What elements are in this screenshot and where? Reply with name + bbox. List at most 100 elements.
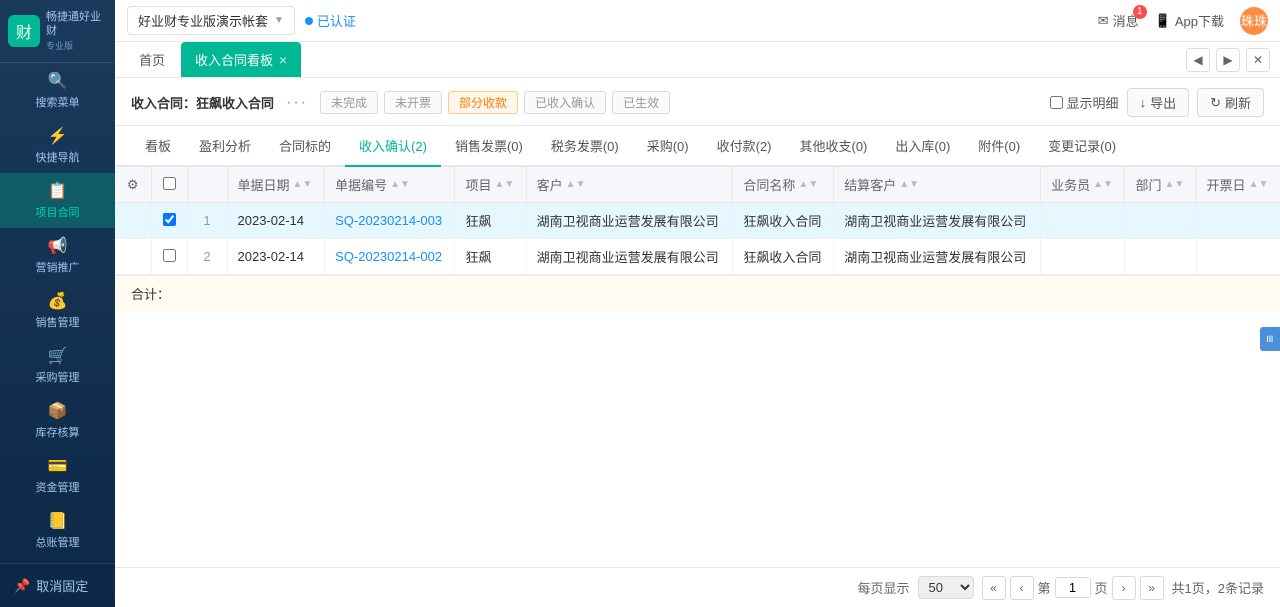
sort-icon-settled_customer[interactable]: ▲▼ — [899, 181, 919, 188]
sidebar-icon-general-ledger: 📒 — [48, 511, 68, 531]
select-all-checkbox[interactable] — [163, 177, 176, 190]
order-no-link-2[interactable]: SQ-20230214-002 — [335, 249, 442, 264]
app-download-btn[interactable]: 📱 App下载 — [1155, 11, 1224, 30]
subtab-attachment[interactable]: 附件(0) — [964, 126, 1034, 167]
subtab-change_log[interactable]: 变更记录(0) — [1034, 126, 1130, 167]
subtab-tax_invoice[interactable]: 税务发票(0) — [537, 126, 633, 167]
subtab-contract[interactable]: 合同标的 — [265, 126, 345, 167]
pagination: 每页显示 50 100 « ‹ 第 页 › » 共1页，2条记录 — [115, 567, 1280, 607]
refresh-label: 刷新 — [1225, 93, 1251, 112]
company-selector[interactable]: 好业财专业版演示帐套 ▼ — [127, 6, 295, 35]
row-order-no-1[interactable]: SQ-20230214-003 — [325, 203, 455, 239]
contract-actions: 显示明细 ↓ 导出 ↻ 刷新 — [1050, 88, 1264, 117]
main-content: 好业财专业版演示帐套 ▼ 已认证 ✉ 1 消息 📱 App下载 珠珠 首页 收入 — [115, 0, 1280, 607]
float-panel-icon: ≡ — [1263, 335, 1278, 343]
row-date-1: 2023-02-14 — [227, 203, 325, 239]
active-tab[interactable]: 收入合同看板 × — [181, 42, 301, 77]
download-label: App下载 — [1175, 11, 1224, 30]
last-page-btn[interactable]: » — [1140, 576, 1164, 600]
row-project-2: 狂飙 — [455, 239, 526, 275]
subtab-kanban[interactable]: 看板 — [131, 126, 185, 167]
sort-icon-customer[interactable]: ▲▼ — [566, 181, 586, 188]
company-name: 好业财专业版演示帐套 — [138, 11, 268, 30]
sidebar-item-search[interactable]: 🔍 搜索菜单 — [0, 63, 115, 118]
pin-icon: 📌 — [14, 578, 30, 594]
tab-close-all-btn[interactable]: ✕ — [1246, 48, 1270, 72]
table-row[interactable]: 2 2023-02-14 SQ-20230214-002 狂飙 湖南卫视商业运营… — [115, 239, 1280, 275]
next-page-btn[interactable]: › — [1112, 576, 1136, 600]
sidebar-item-general-ledger[interactable]: 📒 总账管理 — [0, 503, 115, 558]
right-float-panel[interactable]: ≡ — [1260, 327, 1280, 351]
home-tab[interactable]: 首页 — [127, 42, 177, 77]
row-checkbox-2[interactable] — [163, 249, 176, 262]
col-label-open_date: 开票日 — [1207, 175, 1246, 194]
export-label: 导出 — [1150, 93, 1176, 112]
total-label: 合计： — [131, 284, 170, 303]
sidebar-unpin-btn[interactable]: 📌 取消固定 — [6, 570, 109, 601]
subtab-payment[interactable]: 收付款(2) — [703, 126, 786, 167]
sidebar-item-project-contract[interactable]: 📋 项目合同 — [0, 173, 115, 228]
row-checkbox-1[interactable] — [163, 213, 176, 226]
tab-close-btn[interactable]: × — [279, 52, 287, 68]
sidebar-item-marketing[interactable]: 📢 营销推广 — [0, 228, 115, 283]
settings-icon[interactable]: ⚙ — [127, 177, 139, 192]
active-tab-label: 收入合同看板 — [195, 50, 273, 69]
page-input[interactable] — [1055, 577, 1091, 598]
sidebar-item-inventory[interactable]: 📦 库存核算 — [0, 393, 115, 448]
table-area[interactable]: ⚙单据日期▲▼单据编号▲▼项目▲▼客户▲▼合同名称▲▼结算客户▲▼业务员▲▼部门… — [115, 167, 1280, 567]
show-detail-toggle[interactable]: 显示明细 — [1050, 88, 1119, 117]
status-tag-incomplete[interactable]: 未完成 — [320, 91, 378, 114]
sort-icon-project[interactable]: ▲▼ — [495, 181, 515, 188]
status-tag-confirmed[interactable]: 已收入确认 — [524, 91, 606, 114]
user-avatar[interactable]: 珠珠 — [1240, 7, 1268, 35]
status-tag-uninvoiced[interactable]: 未开票 — [384, 91, 442, 114]
page: 收入合同：狂飙收入合同 ··· 未完成未开票部分收款已收入确认已生效 显示明细 … — [115, 78, 1280, 607]
first-page-btn[interactable]: « — [982, 576, 1006, 600]
row-order-no-2[interactable]: SQ-20230214-002 — [325, 239, 455, 275]
contract-more-btn[interactable]: ··· — [286, 94, 308, 112]
export-btn[interactable]: ↓ 导出 — [1127, 88, 1190, 117]
sidebar-menu: 🔍 搜索菜单 ⚡ 快捷导航 📋 项目合同 📢 营销推广 💰 销售管理 🛒 采购管… — [0, 63, 115, 563]
row-open-date-1 — [1196, 203, 1280, 239]
sort-icon-department[interactable]: ▲▼ — [1164, 181, 1184, 188]
subtab-sales_invoice[interactable]: 销售发票(0) — [441, 126, 537, 167]
refresh-btn[interactable]: ↻ 刷新 — [1197, 88, 1264, 117]
prev-page-btn[interactable]: ‹ — [1010, 576, 1034, 600]
certified-label: 已认证 — [317, 11, 356, 30]
col-label-department: 部门 — [1135, 175, 1161, 194]
sidebar-item-quick-nav[interactable]: ⚡ 快捷导航 — [0, 118, 115, 173]
subtab-purchase[interactable]: 采购(0) — [633, 126, 703, 167]
row-date-2: 2023-02-14 — [227, 239, 325, 275]
order-no-link-1[interactable]: SQ-20230214-003 — [335, 213, 442, 228]
subtab-profit[interactable]: 盈利分析 — [185, 126, 265, 167]
tab-prev-btn[interactable]: ◀ — [1186, 48, 1210, 72]
subtab-warehouse[interactable]: 出入库(0) — [881, 126, 964, 167]
row-settled-customer-1: 湖南卫视商业运营发展有限公司 — [834, 203, 1041, 239]
sidebar-icon-sales: 💰 — [48, 291, 68, 311]
message-btn[interactable]: ✉ 1 消息 — [1098, 11, 1139, 30]
tab-next-btn[interactable]: ▶ — [1216, 48, 1240, 72]
sort-icon-order_no[interactable]: ▲▼ — [390, 181, 410, 188]
show-detail-checkbox[interactable] — [1050, 96, 1063, 109]
sidebar-label-project-contract: 项目合同 — [36, 204, 80, 220]
sidebar-item-sales[interactable]: 💰 销售管理 — [0, 283, 115, 338]
table-row[interactable]: 1 2023-02-14 SQ-20230214-003 狂飙 湖南卫视商业运营… — [115, 203, 1280, 239]
sidebar-item-purchase[interactable]: 🛒 采购管理 — [0, 338, 115, 393]
col-label-order_no: 单据编号 — [335, 175, 387, 194]
sort-icon-open_date[interactable]: ▲▼ — [1249, 181, 1269, 188]
per-page-select[interactable]: 50 100 — [918, 576, 974, 599]
sidebar-item-finance[interactable]: 💳 资金管理 — [0, 448, 115, 503]
status-tag-partial[interactable]: 部分收款 — [448, 91, 518, 114]
subtab-other_income[interactable]: 其他收支(0) — [786, 126, 882, 167]
th-salesperson: 业务员▲▼ — [1041, 167, 1125, 203]
sort-icon-salesperson[interactable]: ▲▼ — [1093, 181, 1113, 188]
status-tag-effective[interactable]: 已生效 — [612, 91, 670, 114]
sort-icon-contract_name[interactable]: ▲▼ — [798, 181, 818, 188]
app-logo-text: 畅捷通好业财 — [46, 10, 107, 39]
subtab-income_confirm[interactable]: 收入确认(2) — [345, 126, 441, 167]
contract-title: 收入合同：狂飙收入合同 — [131, 93, 274, 112]
table-footer: 合计： — [115, 275, 1280, 311]
subtabs: 看板盈利分析合同标的收入确认(2)销售发票(0)税务发票(0)采购(0)收付款(… — [115, 126, 1280, 167]
sort-icon-date[interactable]: ▲▼ — [293, 181, 313, 188]
refresh-icon: ↻ — [1210, 95, 1221, 111]
